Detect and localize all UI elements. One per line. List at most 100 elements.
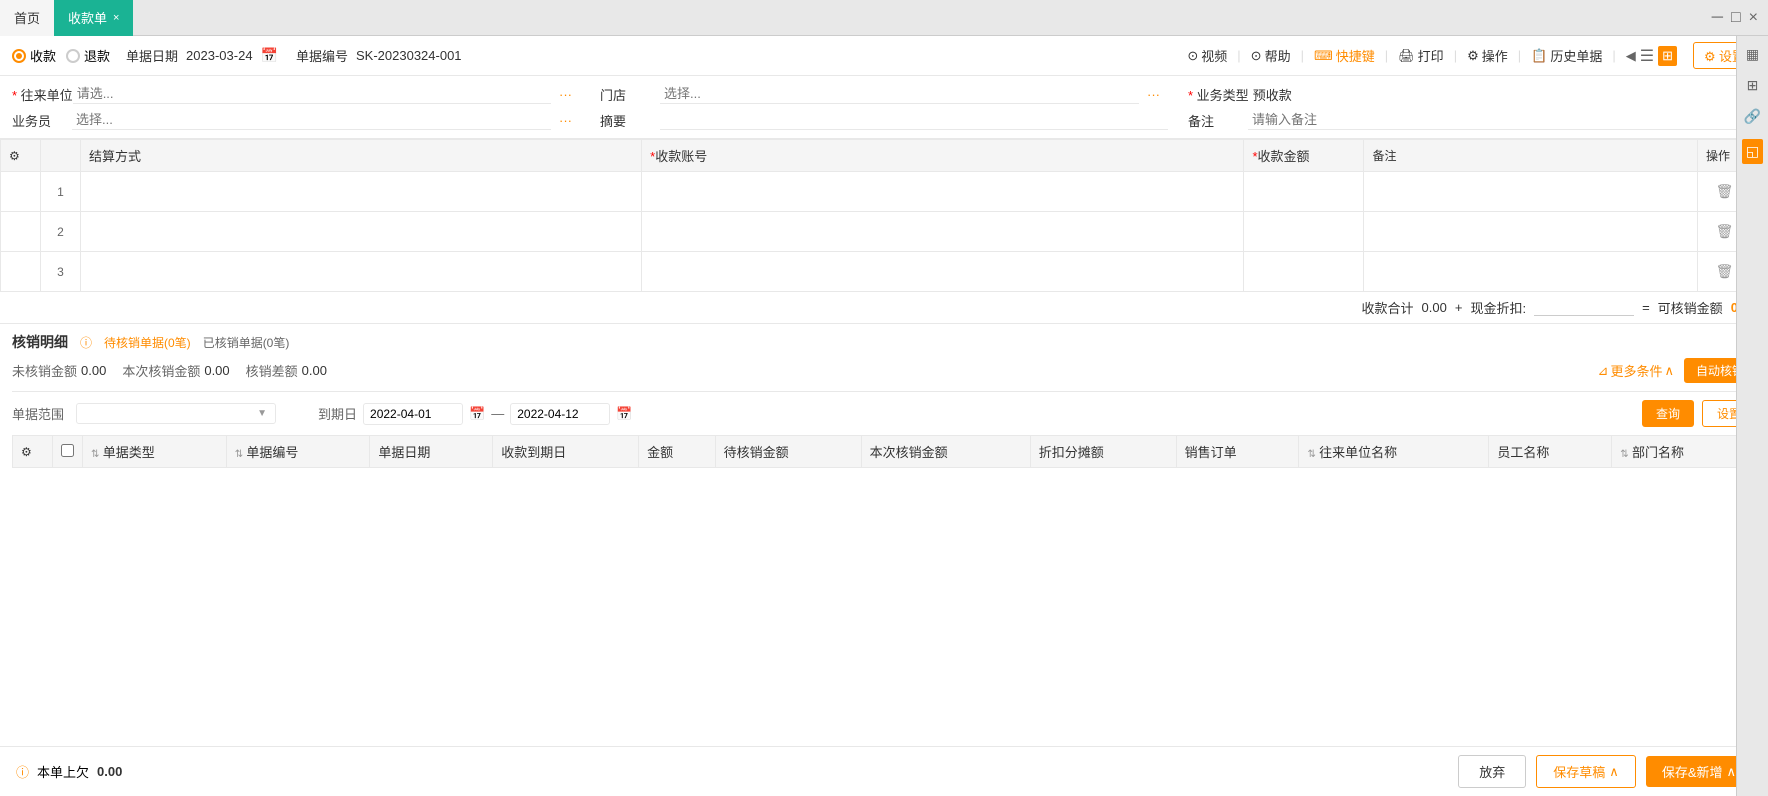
summary-input[interactable]: [660, 110, 1168, 130]
col-row-num: [41, 140, 81, 172]
list-view-icon[interactable]: ☰: [1640, 46, 1654, 66]
footer: ⓘ 本单上欠 0.00 放弃 保存草稿 ∧ 保存&新增 ∧: [0, 746, 1768, 796]
bottom-table-area: ⚙ ⇅ 单据类型 ⇅ 单据编号 单据日期 收款到期日 金额 待核销金额 本次核销…: [12, 435, 1756, 746]
diff-label: 核销差额: [246, 361, 298, 380]
radio-refund[interactable]: 退款: [66, 46, 110, 65]
video-icon: ⊙: [1187, 48, 1198, 64]
discount-input[interactable]: [1534, 300, 1634, 316]
bottom-table-gear[interactable]: ⚙: [13, 436, 53, 468]
row-2-account[interactable]: [642, 212, 1244, 252]
row-2-delete-icon[interactable]: 🗑: [1716, 223, 1734, 240]
select-all-checkbox[interactable]: [61, 444, 74, 457]
col-settlement: 结算方式: [81, 140, 642, 172]
col-doc-type: ⇅ 单据类型: [83, 436, 227, 468]
row-3-delete-icon[interactable]: 🗑: [1716, 263, 1734, 280]
tab-home[interactable]: 首页: [0, 0, 54, 36]
footer-left: ⓘ 本单上欠 0.00: [16, 762, 122, 781]
available-label: 可核销金额: [1658, 298, 1723, 317]
date-separator: —: [491, 406, 504, 421]
sidebar-icon-4[interactable]: ◱: [1742, 139, 1763, 164]
discard-button[interactable]: 放弃: [1458, 755, 1526, 788]
table-settings-icon[interactable]: ⚙: [1, 140, 41, 172]
toolbar-row: 收款 退款 单据日期 2023-03-24 📅 单据编号 SK-20230324…: [0, 36, 1768, 76]
radio-receipt[interactable]: 收款: [12, 46, 56, 65]
row-1-num: 1: [41, 172, 81, 212]
row-1-note[interactable]: [1364, 172, 1698, 212]
help-btn[interactable]: ⊙ 帮助: [1251, 46, 1291, 65]
operations-btn[interactable]: ⚙ 操作: [1467, 46, 1508, 65]
staff-section: 业务员 ···: [12, 110, 580, 130]
unverified-stat: 未核销金额 0.00: [12, 361, 106, 380]
range-select[interactable]: ▼: [76, 403, 276, 424]
current-stat: 本次核销金额 0.00: [122, 361, 229, 380]
sidebar-icon-1[interactable]: ▦: [1746, 46, 1759, 63]
save-draft-chevron: ∧: [1609, 764, 1619, 780]
row-1-delete-icon[interactable]: 🗑: [1716, 183, 1734, 200]
diff-value: 0.00: [302, 363, 327, 378]
discount-label: 现金折扣:: [1470, 298, 1526, 317]
row-1-account[interactable]: [642, 172, 1244, 212]
row-3-account[interactable]: [642, 252, 1244, 292]
col-dept: ⇅ 部门名称: [1612, 436, 1756, 468]
video-btn[interactable]: ⊙ 视频: [1187, 46, 1227, 65]
tab-close-icon[interactable]: ×: [113, 12, 119, 24]
row-3-amount[interactable]: [1244, 252, 1364, 292]
table-row: 3 🗑 ⧉: [1, 252, 1768, 292]
row-3-settlement[interactable]: [81, 252, 642, 292]
pending-tab-link[interactable]: 待核销单据(0笔): [104, 334, 191, 351]
col-sales-order: 销售订单: [1176, 436, 1299, 468]
row-2-amount[interactable]: [1244, 212, 1364, 252]
done-tab-link[interactable]: 已核销单据(0笔): [203, 334, 290, 351]
store-input[interactable]: [660, 84, 1139, 104]
total-value: 0.00: [1422, 300, 1447, 315]
minimize-btn[interactable]: ─: [1712, 9, 1723, 27]
col-current-amount: 本次核销金额: [861, 436, 1030, 468]
sidebar-icon-2[interactable]: ⊞: [1747, 77, 1759, 94]
counterparty-input[interactable]: [73, 84, 551, 104]
radio-refund-dot: [66, 49, 80, 63]
note-input[interactable]: [1248, 110, 1756, 130]
bottom-table-checkbox[interactable]: [53, 436, 83, 468]
form-row-2: 业务员 ··· 摘要 备注: [12, 110, 1756, 130]
staff-more-icon[interactable]: ···: [559, 113, 572, 128]
col-note: 备注: [1364, 140, 1698, 172]
maximize-btn[interactable]: □: [1731, 9, 1741, 27]
store-more-icon[interactable]: ···: [1147, 87, 1160, 102]
writeoff-stats: 未核销金额 0.00 本次核销金额 0.00 核销差额 0.00 ⊿ 更多条件 …: [12, 358, 1756, 383]
row-2-settlement[interactable]: [81, 212, 642, 252]
grid-view-icon[interactable]: ⊞: [1658, 46, 1677, 66]
date-from-input[interactable]: [363, 403, 463, 425]
date-to-input[interactable]: [510, 403, 610, 425]
nav-prev-icon[interactable]: ◀: [1626, 48, 1636, 64]
query-btn[interactable]: 查询: [1642, 400, 1694, 427]
date-range: 到期日 📅 — 📅: [318, 403, 632, 425]
writeoff-info-icon[interactable]: ⓘ: [80, 334, 92, 351]
col-doc-date: 单据日期: [370, 436, 493, 468]
calendar-icon[interactable]: 📅: [261, 47, 278, 64]
close-btn[interactable]: ×: [1749, 9, 1758, 27]
date-to-calendar-icon[interactable]: 📅: [616, 406, 632, 422]
row-2-note[interactable]: [1364, 212, 1698, 252]
staff-input[interactable]: [72, 110, 551, 130]
writeoff-title-row: 核销明细 ⓘ 待核销单据(0笔) 已核销单据(0笔): [12, 332, 1756, 352]
shortcut-btn[interactable]: ⌨ 快捷键: [1314, 46, 1375, 65]
form-row-1: 往来单位 ··· 门店 ··· 业务类型 预收款 ▼: [12, 84, 1756, 104]
row-1-settlement[interactable]: [81, 172, 642, 212]
more-conditions-btn[interactable]: ⊿ 更多条件 ∧: [1598, 361, 1674, 380]
row-1-amount[interactable]: [1244, 172, 1364, 212]
tab-receipt[interactable]: 收款单 ×: [54, 0, 133, 36]
due-label: 到期日: [318, 404, 357, 423]
sidebar-icon-3[interactable]: 🔗: [1744, 108, 1761, 125]
window-controls: ─ □ ×: [1712, 9, 1768, 27]
table-row: 2 🗑 ⧉: [1, 212, 1768, 252]
history-btn[interactable]: 📋 历史单据: [1531, 46, 1602, 65]
print-btn[interactable]: 🖨 打印: [1398, 46, 1444, 65]
counterparty-more-icon[interactable]: ···: [559, 87, 572, 102]
row-2-num: 2: [41, 212, 81, 252]
row-3-note[interactable]: [1364, 252, 1698, 292]
date-from-calendar-icon[interactable]: 📅: [469, 406, 485, 422]
radio-refund-label: 退款: [84, 46, 110, 65]
summary-label: 摘要: [600, 111, 660, 130]
save-draft-button[interactable]: 保存草稿 ∧: [1536, 755, 1636, 788]
range-row: 单据范围 ▼ 到期日 📅 — 📅 查询 设置: [12, 391, 1756, 435]
